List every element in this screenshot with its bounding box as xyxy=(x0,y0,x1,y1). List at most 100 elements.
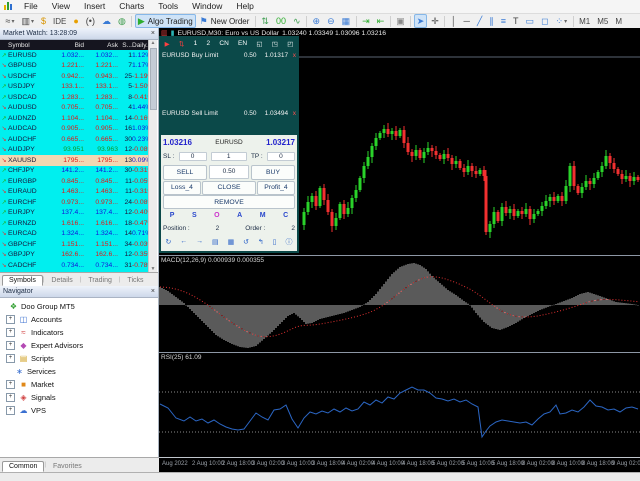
market-watch-scrollbar[interactable]: ▲ ▼ xyxy=(148,40,157,272)
symbol-row-cadchf[interactable]: ↘ CADCHF 0.734... 0.734... 31 -0.78% xyxy=(0,260,157,271)
symbol-row-gbpusd[interactable]: ↘ GBPUSD 1.221... 1.221... 7 1.17% xyxy=(0,61,157,72)
dollar-button[interactable]: $ xyxy=(38,14,49,28)
tab-common[interactable]: Common xyxy=(2,461,45,472)
sidebar-item-signals[interactable]: + ◈ Signals xyxy=(0,391,158,404)
lang-cn-button[interactable]: CN xyxy=(219,40,228,47)
symbol-row-audnzd[interactable]: ↗ AUDNZD 1.104... 1.104... 14 -0.16% xyxy=(0,113,157,124)
expand-icon[interactable]: + xyxy=(6,341,15,350)
scroll-down-icon[interactable]: ▼ xyxy=(149,266,157,272)
lang-en-button[interactable]: EN xyxy=(238,40,247,47)
chart-object-button[interactable]: ▥ ▾ xyxy=(18,14,37,28)
trendline-button[interactable]: ╱ xyxy=(474,14,485,28)
arrows-button[interactable]: ⁘ ▾ xyxy=(553,14,571,28)
screenshot-button[interactable]: ▣ xyxy=(393,14,408,28)
timeframe-m5-button[interactable]: M5 xyxy=(594,14,611,28)
mode-letter-c[interactable]: C xyxy=(283,212,288,219)
loop-icon[interactable]: ↺ xyxy=(243,238,249,246)
tile-windows-button[interactable]: ▦ xyxy=(339,14,354,28)
column-header[interactable]: S... xyxy=(120,42,132,49)
close-panel-icon[interactable]: ◰ xyxy=(287,40,293,48)
shift-end-button[interactable]: ⇥ xyxy=(359,14,373,28)
play-icon[interactable]: ▶ xyxy=(165,40,170,48)
data-window-button[interactable]: ∿ xyxy=(290,14,304,28)
tab-details[interactable]: Details xyxy=(44,275,79,286)
time-axis[interactable]: Aug 2022 2 Aug 10:00 2 Aug 18:00 3 Aug 02:0… xyxy=(159,458,640,472)
zoom-out-button[interactable]: ⊖ xyxy=(324,14,338,28)
symbol-row-audusd[interactable]: ↘ AUDUSD 0.705... 0.705... 4 1.44% xyxy=(0,103,157,114)
menu-tools[interactable]: Tools xyxy=(151,1,185,11)
sidebar-item-scripts[interactable]: + ▤ Scripts xyxy=(0,352,158,365)
market-watch-button[interactable]: 00 xyxy=(273,14,289,28)
order-close-icon[interactable]: x xyxy=(288,110,296,117)
symbol-row-xauusd[interactable]: ↘ XAUUSD 1795... 1795... 13 0.09% xyxy=(0,155,157,166)
sidebar-item-expert-advisors[interactable]: + ◆ Expert Advisors xyxy=(0,339,158,352)
timeframe-m15-button[interactable]: M xyxy=(612,14,625,28)
cursor-button[interactable]: ➤ xyxy=(413,14,428,28)
new-order-button[interactable]: ⚑ New Order xyxy=(197,14,253,28)
doc-icon[interactable]: ▯ xyxy=(273,238,277,246)
crosshair-button[interactable]: ✛ xyxy=(428,14,442,28)
tab-favorites[interactable]: Favorites xyxy=(46,461,89,472)
refresh-icon[interactable]: ↻ xyxy=(165,238,171,246)
menu-view[interactable]: View xyxy=(45,1,77,11)
navigator-root[interactable]: ❖ Doo Group MT5 xyxy=(0,300,158,313)
rsi-chart[interactable] xyxy=(159,353,640,458)
panel-chart-icon[interactable]: ▦ xyxy=(228,238,235,246)
symbol-row-gbpchf[interactable]: ↘ GBPCHF 1.151... 1.151... 34 -0.03% xyxy=(0,239,157,250)
forward-icon[interactable]: → xyxy=(196,238,203,245)
sl-input[interactable]: 0 xyxy=(178,152,207,161)
column-header[interactable]: Bid xyxy=(52,42,86,49)
profit-button[interactable]: Profit_4 xyxy=(257,180,295,195)
buy-button[interactable]: BUY xyxy=(251,164,295,180)
menu-insert[interactable]: Insert xyxy=(77,1,112,11)
tab-ticks[interactable]: Ticks xyxy=(120,275,150,286)
risk-input[interactable]: 1 xyxy=(210,152,247,161)
symbol-row-audchf[interactable]: ↘ AUDCHF 0.665... 0.665... 30 0.23% xyxy=(0,134,157,145)
page-2-button[interactable]: 2 xyxy=(207,40,211,47)
symbol-row-euraud[interactable]: ↘ EURAUD 1.463... 1.463... 11 -0.31% xyxy=(0,187,157,198)
symbol-row-audjpy[interactable]: ↘ AUDJPY 93.951 93.963 12 -0.08% xyxy=(0,145,157,156)
rectangle-button[interactable]: ▭ xyxy=(523,14,538,28)
sidebar-item-vps[interactable]: + ☁ VPS xyxy=(0,404,158,417)
symbol-row-audcad[interactable]: ↘ AUDCAD 0.905... 0.905... 16 1.03% xyxy=(0,124,157,135)
volume-input[interactable]: 0.50 xyxy=(209,165,249,179)
macd-chart[interactable] xyxy=(159,256,640,351)
sidebar-item-indicators[interactable]: + ≈ Indicators xyxy=(0,326,158,339)
shapes-button[interactable]: ◻ xyxy=(538,14,551,28)
symbol-row-eurchf[interactable]: ↗ EURCHF 0.973... 0.973... 24 -0.08% xyxy=(0,197,157,208)
chart-area[interactable]: ▥ ▮ EURUSD,M30: Euro vs US Dollar 1.0324… xyxy=(159,28,640,480)
algo-trading-button[interactable]: ▶ Algo Trading xyxy=(134,14,196,28)
fibonacci-button[interactable]: ≡ xyxy=(498,14,509,28)
remove-button[interactable]: REMOVE xyxy=(163,195,295,209)
horizontal-line-button[interactable]: ─ xyxy=(460,14,472,28)
grid-icon[interactable]: ▤ xyxy=(212,238,219,246)
symbol-row-eurgbp[interactable]: ↗ EURGBP 0.845... 0.845... 11 -0.05% xyxy=(0,176,157,187)
loss-button[interactable]: Loss_4 xyxy=(163,180,201,195)
symbol-row-usdjpy[interactable]: ↗ USDJPY 133.1... 133.1... 5 -1.50% xyxy=(0,82,157,93)
sidebar-item-market[interactable]: + ■ Market xyxy=(0,378,158,391)
ide-button[interactable]: IDE xyxy=(50,14,69,28)
back-icon[interactable]: ← xyxy=(180,238,187,245)
channel-button[interactable]: ∥ xyxy=(486,14,497,28)
market-watch-close-icon[interactable]: × xyxy=(151,30,155,37)
cloud-button[interactable]: ☁ xyxy=(99,14,114,28)
timeframe-m1-button[interactable]: M1 xyxy=(576,14,593,28)
web-terminal-button[interactable]: ◍ xyxy=(115,14,129,28)
lock-button[interactable]: ● xyxy=(70,14,81,28)
return-icon[interactable]: ↰ xyxy=(258,238,264,246)
column-header[interactable]: Ask xyxy=(86,42,120,49)
text-button[interactable]: T xyxy=(510,14,522,28)
scroll-thumb[interactable] xyxy=(150,48,157,110)
expand-icon[interactable]: + xyxy=(6,380,15,389)
mode-letter-o[interactable]: O xyxy=(214,212,219,219)
sell-button[interactable]: SELL xyxy=(163,164,207,180)
symbol-row-eurusd[interactable]: ↗ EURUSD 1.032... 1.032... 1 1.12% xyxy=(0,50,157,61)
layout-icon[interactable]: ◳ xyxy=(272,40,278,48)
info-icon[interactable]: ⓘ xyxy=(285,237,292,247)
order-close-icon[interactable]: x xyxy=(288,52,296,59)
vertical-line-button[interactable]: │ xyxy=(448,14,460,28)
mode-letter-s[interactable]: S xyxy=(192,212,197,219)
pause-icon[interactable]: ⇅ xyxy=(179,40,184,48)
symbol-row-usdcad[interactable]: ↗ USDCAD 1.283... 1.283... 8 -0.41% xyxy=(0,92,157,103)
navigator-close-icon[interactable]: × xyxy=(151,288,155,295)
